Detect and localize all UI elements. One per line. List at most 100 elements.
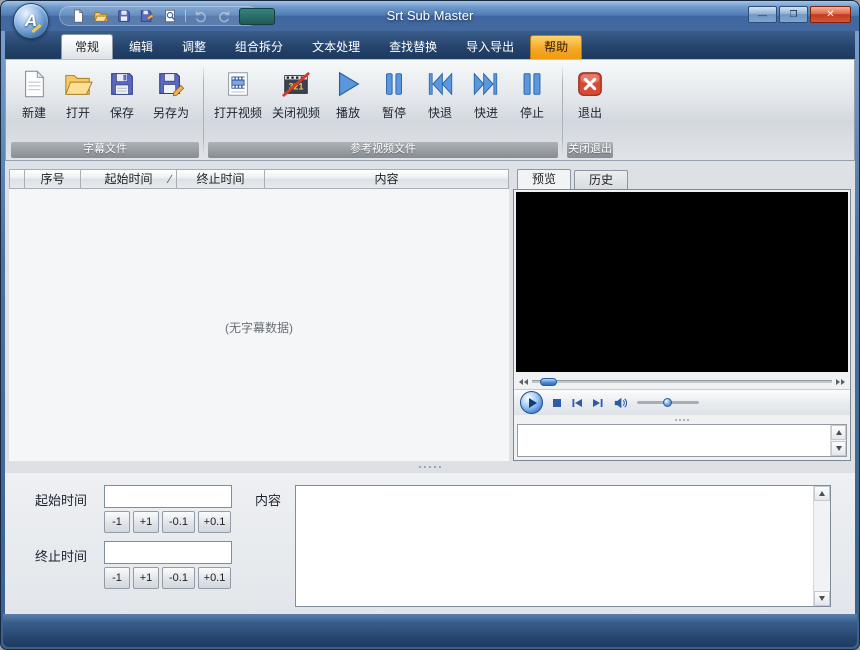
new-file-icon bbox=[71, 9, 85, 23]
content-editor-box bbox=[295, 485, 831, 607]
panel-splitter-handle[interactable] bbox=[514, 415, 850, 424]
new-document-icon bbox=[18, 68, 50, 100]
qat-preview-button[interactable] bbox=[162, 8, 178, 24]
qat-save-button[interactable] bbox=[116, 8, 132, 24]
content-textarea[interactable] bbox=[296, 486, 813, 606]
play-icon bbox=[529, 398, 537, 408]
tab-history[interactable]: 历史 bbox=[574, 170, 628, 190]
save-button[interactable]: 保存 bbox=[100, 64, 144, 139]
tab-find-replace[interactable]: 查找替换 bbox=[376, 36, 450, 59]
player-controls bbox=[514, 389, 850, 415]
save-as-floppy-icon bbox=[155, 68, 187, 100]
qat-redo-button[interactable] bbox=[216, 8, 232, 24]
open-video-button[interactable]: 打开视频 bbox=[209, 64, 267, 139]
qat-separator bbox=[185, 10, 186, 22]
qat-open-button[interactable] bbox=[93, 8, 109, 24]
window-controls: — ❐ ✕ bbox=[748, 6, 851, 23]
seek-track[interactable] bbox=[532, 380, 832, 383]
save-as-button[interactable]: 另存为 bbox=[144, 64, 198, 139]
tab-combine-split[interactable]: 组合拆分 bbox=[222, 36, 296, 59]
minimize-button[interactable]: — bbox=[748, 6, 777, 23]
content-label: 内容 bbox=[255, 490, 281, 509]
end-time-input[interactable] bbox=[104, 541, 232, 564]
player-play-button[interactable] bbox=[520, 391, 543, 414]
tab-general[interactable]: 常规 bbox=[61, 34, 113, 59]
player-next-button[interactable] bbox=[592, 397, 604, 409]
fast-forward-icon bbox=[470, 68, 502, 100]
exit-icon bbox=[574, 68, 606, 100]
scroll-up-button[interactable] bbox=[814, 486, 830, 501]
app-menu-button[interactable]: A bbox=[13, 3, 49, 39]
start-time-input[interactable] bbox=[104, 485, 232, 508]
close-button[interactable]: ✕ bbox=[810, 6, 851, 23]
preview-list[interactable] bbox=[517, 424, 847, 457]
horizontal-splitter[interactable] bbox=[5, 461, 855, 473]
column-header-content[interactable]: 内容 bbox=[265, 169, 509, 189]
arrow-up-icon bbox=[836, 430, 842, 435]
volume-slider[interactable] bbox=[637, 401, 699, 404]
player-mute-button[interactable] bbox=[613, 396, 628, 410]
sort-indicator-icon: ∕ bbox=[169, 170, 171, 188]
maximize-button[interactable]: ❐ bbox=[779, 6, 808, 23]
tab-preview[interactable]: 预览 bbox=[517, 169, 571, 190]
qat-undo-button[interactable] bbox=[193, 8, 209, 24]
start-plus-1-button[interactable]: +1 bbox=[133, 511, 159, 533]
end-plus-0.1-button[interactable]: +0.1 bbox=[198, 567, 231, 589]
end-minus-0.1-button[interactable]: -0.1 bbox=[162, 567, 195, 589]
stop-button-ribbon[interactable]: 停止 bbox=[509, 64, 555, 139]
stop-icon bbox=[516, 68, 548, 100]
end-plus-1-button[interactable]: +1 bbox=[133, 567, 159, 589]
app-logo: A bbox=[25, 11, 37, 31]
play-icon bbox=[332, 68, 364, 100]
tab-help[interactable]: 帮助 bbox=[530, 35, 582, 59]
tab-edit[interactable]: 编辑 bbox=[116, 36, 166, 59]
empty-table-message: (无字幕数据) bbox=[9, 319, 509, 336]
open-button[interactable]: 打开 bbox=[56, 64, 100, 139]
close-video-button[interactable]: 321 关闭视频 bbox=[267, 64, 325, 139]
end-time-adjust-row: -1 +1 -0.1 +0.1 bbox=[104, 567, 231, 589]
pause-button-ribbon[interactable]: 暂停 bbox=[371, 64, 417, 139]
scroll-down-button[interactable] bbox=[831, 441, 846, 456]
tab-import-export[interactable]: 导入导出 bbox=[453, 36, 527, 59]
start-minus-0.1-button[interactable]: -0.1 bbox=[162, 511, 195, 533]
scroll-down-button[interactable] bbox=[814, 591, 830, 606]
end-minus-1-button[interactable]: -1 bbox=[104, 567, 130, 589]
rewind-button-ribbon[interactable]: 快退 bbox=[417, 64, 463, 139]
start-time-label: 起始时间 bbox=[35, 490, 87, 509]
tab-adjust[interactable]: 调整 bbox=[169, 36, 219, 59]
qat-save-as-button[interactable] bbox=[139, 8, 155, 24]
player-previous-button[interactable] bbox=[571, 397, 583, 409]
content-scrollbar[interactable] bbox=[813, 486, 830, 606]
column-header-index[interactable]: 序号 bbox=[25, 169, 81, 189]
column-header-end-time[interactable]: 终止时间 bbox=[177, 169, 265, 189]
preview-tab-bar: 预览 历史 bbox=[517, 169, 628, 190]
volume-thumb[interactable] bbox=[663, 398, 672, 407]
group-close-exit: 退出 关闭退出 bbox=[566, 63, 614, 158]
tab-text-processing[interactable]: 文本处理 bbox=[299, 36, 373, 59]
start-plus-0.1-button[interactable]: +0.1 bbox=[198, 511, 231, 533]
column-header-start-time[interactable]: 起始时间 ∕ bbox=[81, 169, 177, 189]
video-screen bbox=[516, 192, 848, 372]
quick-access-toolbar bbox=[59, 6, 258, 26]
rewind-icon bbox=[424, 68, 456, 100]
qat-new-button[interactable] bbox=[70, 8, 86, 24]
new-button[interactable]: 新建 bbox=[12, 64, 56, 139]
ribbon-tab-bar: 常规 编辑 调整 组合拆分 文本处理 查找替换 导入导出 帮助 bbox=[5, 31, 855, 59]
player-stop-button[interactable] bbox=[552, 398, 562, 408]
save-icon bbox=[117, 9, 131, 23]
seek-back-arrows-icon[interactable] bbox=[519, 379, 528, 385]
open-video-icon bbox=[222, 68, 254, 100]
start-minus-1-button[interactable]: -1 bbox=[104, 511, 130, 533]
column-header-marker[interactable] bbox=[9, 169, 25, 189]
scroll-up-button[interactable] bbox=[831, 425, 846, 440]
seek-thumb[interactable] bbox=[540, 378, 557, 386]
fast-forward-button-ribbon[interactable]: 快进 bbox=[463, 64, 509, 139]
play-button-ribbon[interactable]: 播放 bbox=[325, 64, 371, 139]
exit-button[interactable]: 退出 bbox=[568, 64, 612, 139]
seek-forward-arrows-icon[interactable] bbox=[836, 379, 845, 385]
preview-panel bbox=[513, 189, 851, 461]
subtitle-table[interactable]: (无字幕数据) bbox=[9, 189, 509, 461]
status-bar bbox=[3, 614, 857, 647]
preview-list-scrollbar[interactable] bbox=[830, 425, 846, 456]
open-folder-icon bbox=[94, 9, 108, 23]
